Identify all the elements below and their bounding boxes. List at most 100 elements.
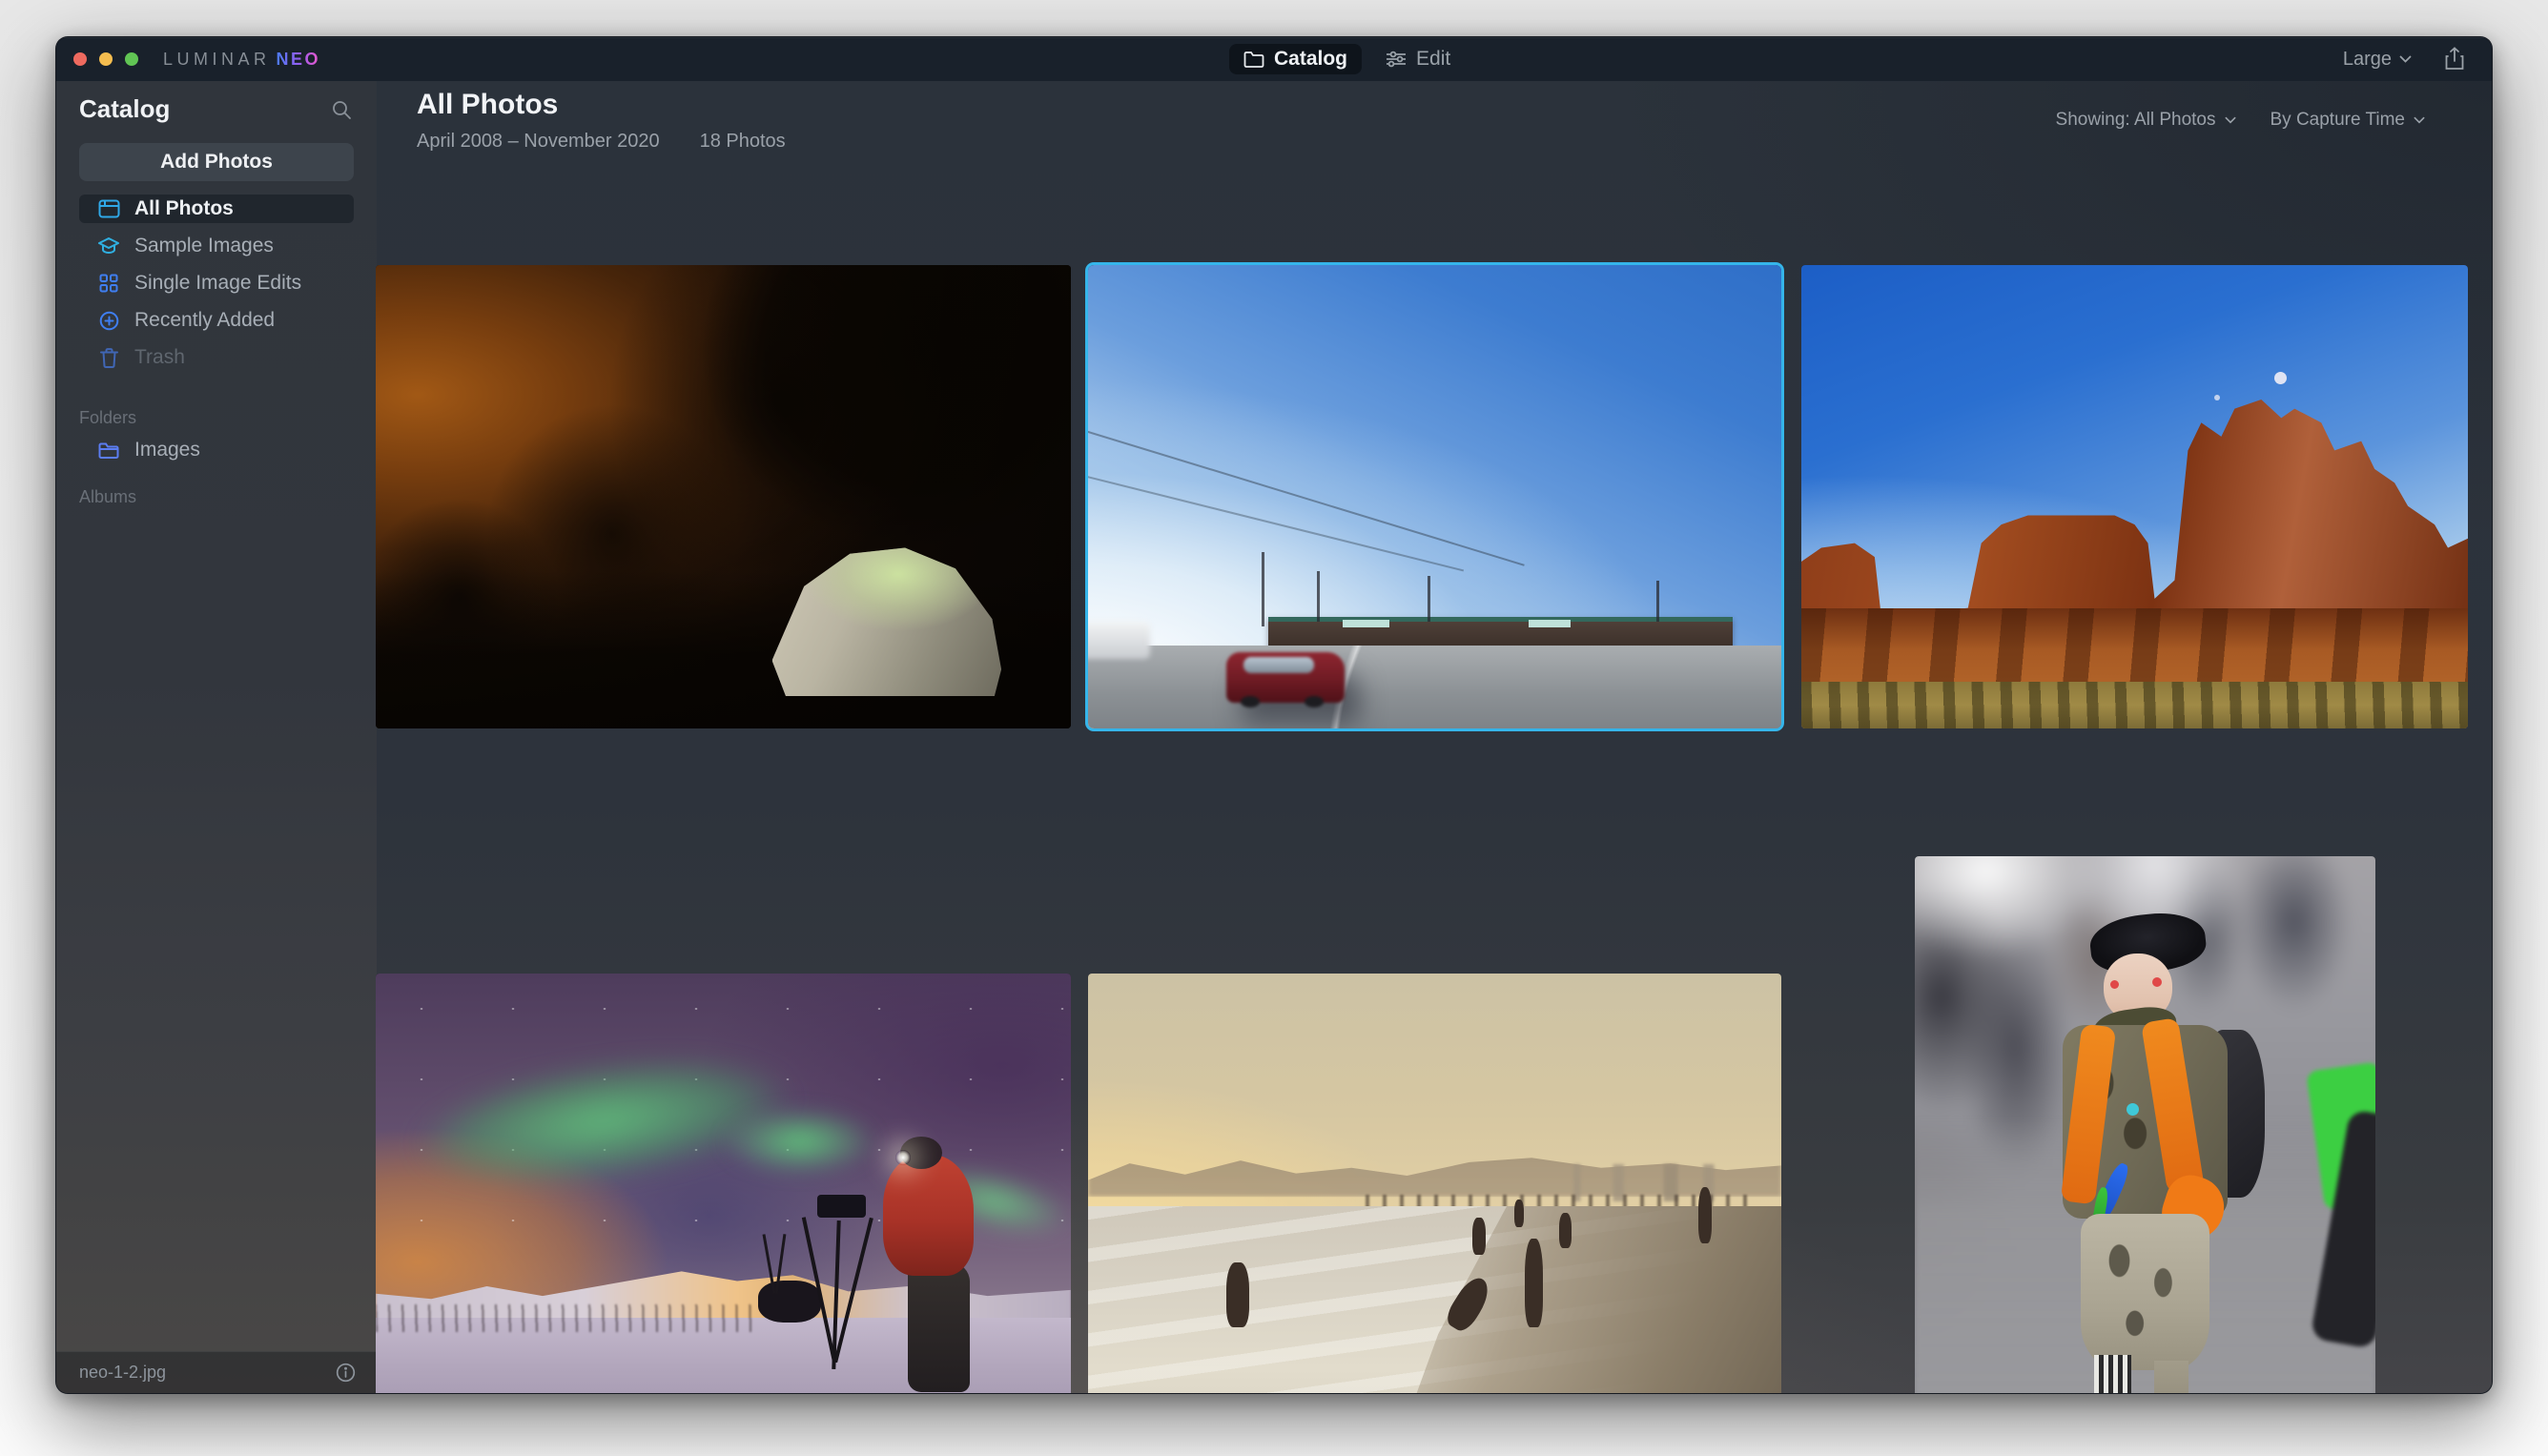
camo-pants (2081, 1214, 2209, 1371)
pant-leg (2154, 1361, 2188, 1395)
sidebar-item-label: Images (134, 439, 200, 461)
car-windows (1243, 657, 1314, 673)
add-photos-button[interactable]: Add Photos (79, 143, 354, 181)
app-window: LUMINAR NEO Catalog (55, 36, 2493, 1394)
photo-thumbnail-monument-valley[interactable] (1801, 265, 2468, 728)
sidebar-item-images-folder[interactable]: Images (79, 436, 354, 464)
showing-filter-dropdown[interactable]: Showing: All Photos (2056, 110, 2236, 131)
titlebar-right: Large (2343, 37, 2465, 81)
sidebar-item-label: All Photos (134, 197, 234, 220)
beach-figure (1226, 1262, 1248, 1327)
titlebar: LUMINAR NEO Catalog (56, 37, 2492, 81)
view-mode-tabs: Catalog Edit (1229, 44, 1465, 74)
brush-silhouettes (376, 1304, 758, 1332)
chevron-down-icon (2414, 116, 2425, 124)
sort-order-value: By Capture Time (2271, 110, 2406, 131)
selected-filename: neo-1-2.jpg (79, 1363, 166, 1383)
sidebar-item-label: Recently Added (134, 309, 275, 332)
sidebar: Catalog Add Photos (56, 81, 377, 1393)
utility-pole (1262, 552, 1264, 626)
folders-list: Images (56, 436, 377, 464)
photo-thumbnail-roadside-car[interactable] (1088, 265, 1781, 728)
share-icon[interactable] (2444, 47, 2465, 72)
tab-edit[interactable]: Edit (1371, 44, 1465, 74)
graduation-cap-icon (97, 236, 120, 256)
striped-sock (2094, 1355, 2131, 1394)
photographer-legs (908, 1262, 971, 1393)
chevron-down-icon (2399, 55, 2412, 63)
building-sign (1343, 620, 1389, 627)
roadside-building (1268, 617, 1733, 647)
red-car (1226, 652, 1345, 703)
moon (2274, 372, 2287, 384)
thumbnail-size-value: Large (2343, 49, 2392, 71)
photo-thumbnail-aurora[interactable] (376, 974, 1071, 1394)
zoom-window-button[interactable] (125, 52, 138, 66)
logo-accent: NEO (277, 50, 321, 69)
minimize-window-button[interactable] (99, 52, 113, 66)
page-subtitle: April 2008 – November 2020 18 Photos (392, 131, 786, 153)
utility-pole (1428, 576, 1430, 623)
photo-count: 18 Photos (700, 131, 786, 153)
catalog-nav: All Photos Sample Images (56, 195, 377, 372)
blurred-van (1088, 622, 1150, 659)
grid-icon (97, 274, 120, 293)
beach-figure (1698, 1187, 1713, 1243)
sidebar-item-label: Trash (134, 346, 185, 369)
photo-thumbnail-tent-night[interactable] (376, 265, 1071, 728)
sidebar-item-label: Sample Images (134, 235, 274, 257)
car-wheel (1305, 696, 1324, 707)
albums-section-label: Albums (79, 487, 377, 507)
date-range: April 2008 – November 2020 (417, 131, 660, 153)
red-cheek (2152, 977, 2162, 987)
gallery-filters: Showing: All Photos By Capture Time (2056, 110, 2425, 131)
folder-icon (97, 441, 120, 459)
gallery-content: All Photos April 2008 – November 2020 18… (377, 81, 2492, 1393)
car-wheel (1241, 696, 1260, 707)
sidebar-item-single-image-edits[interactable]: Single Image Edits (79, 269, 354, 297)
road-surface (1088, 646, 1781, 728)
tab-catalog-label: Catalog (1274, 48, 1347, 71)
photographer-red-jacket (883, 1155, 974, 1276)
search-icon[interactable] (331, 99, 352, 120)
beach-figure (1514, 1200, 1524, 1227)
sidebar-item-all-photos[interactable]: All Photos (79, 195, 354, 223)
sidebar-item-recently-added[interactable]: Recently Added (79, 306, 354, 335)
tab-catalog[interactable]: Catalog (1229, 44, 1362, 74)
tab-edit-label: Edit (1416, 48, 1450, 71)
window-controls (73, 52, 138, 66)
utility-pole (1317, 571, 1320, 622)
aurora-band (695, 1104, 904, 1179)
photo-thumbnail-beach-sunset[interactable] (1088, 974, 1781, 1394)
photo-thumbnail-clown[interactable] (1915, 856, 2375, 1394)
beach-figure (1472, 1218, 1485, 1255)
trash-icon (97, 348, 120, 368)
camera (817, 1195, 866, 1218)
sidebar-item-label: Single Image Edits (134, 272, 301, 295)
info-icon[interactable] (336, 1363, 356, 1383)
sidebar-item-sample-images[interactable]: Sample Images (79, 232, 354, 260)
logo-primary: LUMINAR (163, 50, 271, 69)
page-title: All Photos (417, 89, 558, 121)
thumbnail-size-dropdown[interactable]: Large (2343, 49, 2412, 71)
folder-icon (1243, 51, 1264, 68)
chevron-down-icon (2225, 116, 2236, 124)
beach-figure (1525, 1239, 1543, 1327)
statusbar: neo-1-2.jpg (56, 1351, 377, 1393)
utility-pole (1656, 581, 1659, 623)
clown-figure (2035, 914, 2266, 1394)
building-sign (1529, 620, 1571, 627)
sidebar-header: Catalog (56, 81, 377, 124)
beach-figure (1559, 1213, 1572, 1248)
photos-icon (97, 199, 120, 218)
close-window-button[interactable] (73, 52, 87, 66)
sort-order-dropdown[interactable]: By Capture Time (2271, 110, 2426, 131)
sliders-icon (1386, 51, 1407, 68)
plus-circle-icon (97, 311, 120, 331)
app-logo: LUMINAR NEO (163, 50, 320, 70)
sidebar-item-trash[interactable]: Trash (79, 343, 354, 372)
camera-bag (758, 1281, 821, 1323)
folders-section-label: Folders (79, 408, 377, 428)
sidebar-title: Catalog (79, 94, 170, 124)
showing-filter-value: Showing: All Photos (2056, 110, 2216, 131)
